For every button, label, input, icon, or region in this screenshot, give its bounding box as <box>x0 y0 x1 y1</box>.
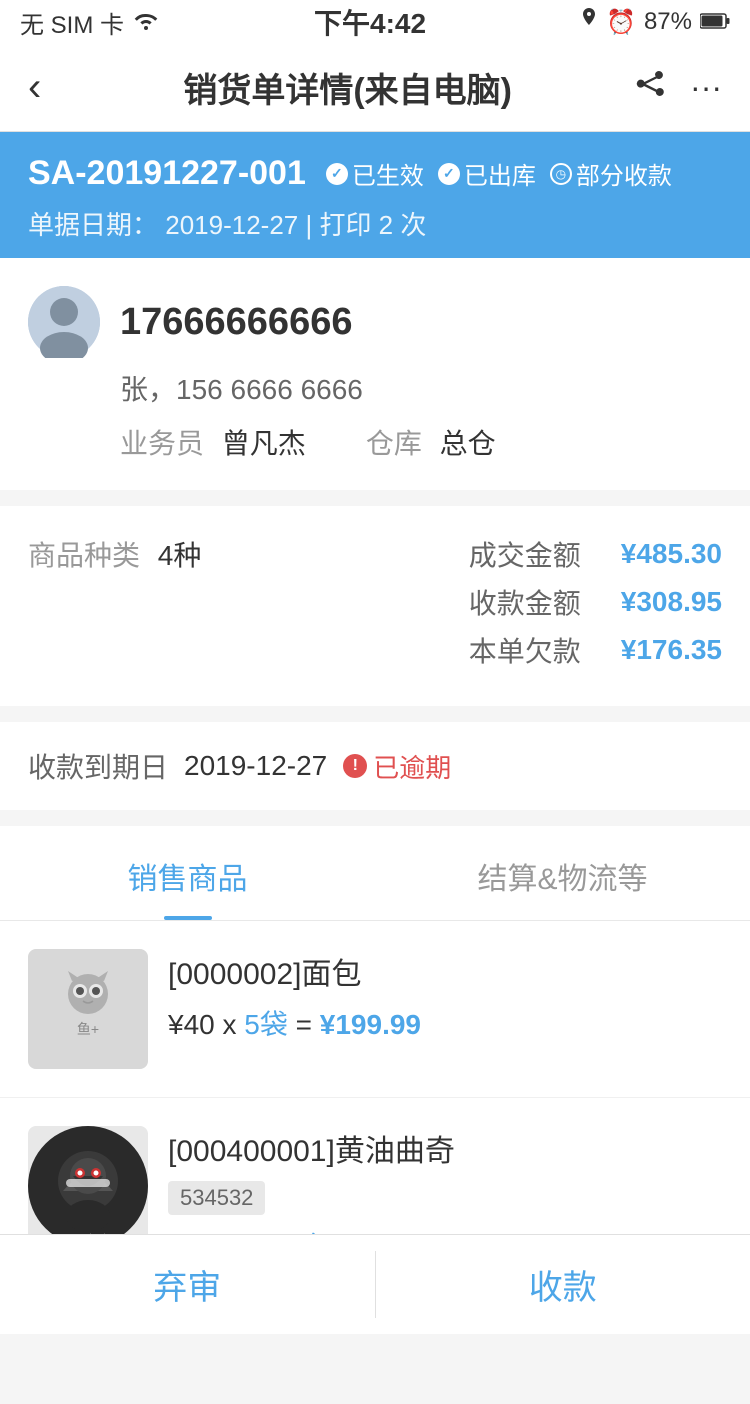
avatar <box>28 286 100 358</box>
owed-amount-row: 本单欠款 ¥176.35 <box>469 630 722 670</box>
check-icon-2: ✓ <box>438 163 460 185</box>
bottom-bar: 弃审 收款 <box>0 1234 750 1334</box>
product-info-1: [0000002]面包 ¥40 x 5袋 = ¥199.99 <box>168 949 722 1043</box>
customer-name-phone: 张，156 6666 6666 <box>120 368 722 408</box>
clock-icon: ◷ <box>550 163 572 185</box>
customer-section: 17666666666 张，156 6666 6666 业务员 曾凡杰 仓库 总… <box>0 258 750 490</box>
product-price-1: ¥40 x 5袋 = ¥199.99 <box>168 1003 722 1043</box>
more-button[interactable]: ··· <box>690 69 722 106</box>
status-activated: ✓ 已生效 <box>326 156 424 191</box>
summary-section: 商品种类 4种 成交金额 ¥485.30 收款金额 ¥308.95 本单欠款 ¥… <box>0 506 750 706</box>
owed-amount-value: ¥176.35 <box>621 634 722 666</box>
product-image-2: masked <box>28 1126 148 1246</box>
share-button[interactable] <box>634 68 666 108</box>
product-item-1: 鱼+ [0000002]面包 ¥40 x 5袋 = ¥199.99 <box>0 921 750 1098</box>
battery-text: 87% <box>644 8 692 36</box>
product-image-1: 鱼+ <box>28 949 148 1069</box>
status-tags: ✓ 已生效 ✓ 已出库 ◷ 部分收款 <box>326 156 672 191</box>
tab-settlement[interactable]: 结算&物流等 <box>375 826 750 920</box>
back-button[interactable]: ‹ <box>28 65 41 110</box>
customer-row: 17666666666 <box>28 286 722 358</box>
customer-phone: 17666666666 <box>120 301 352 344</box>
battery-icon <box>700 8 730 36</box>
tabs-row: 销售商品 结算&物流等 <box>0 826 750 921</box>
status-bar: 无 SIM 卡 下午4:42 ⏰ 87% <box>0 0 750 44</box>
warehouse: 仓库 总仓 <box>366 422 496 462</box>
product-types: 商品种类 4种 <box>28 534 201 574</box>
order-date-line: 单据日期： 2019-12-27 | 打印 2 次 <box>28 205 722 242</box>
status-partial-payment: ◷ 部分收款 <box>550 156 672 191</box>
status-delivered: ✓ 已出库 <box>438 156 536 191</box>
summary-left: 商品种类 4种 <box>28 534 201 580</box>
sim-status: 无 SIM 卡 <box>20 5 124 40</box>
tab-sales-products[interactable]: 销售商品 <box>0 826 375 920</box>
customer-meta: 业务员 曾凡杰 仓库 总仓 <box>120 422 722 462</box>
product-qty-1: 5袋 <box>244 1009 288 1040</box>
overdue-icon: ! <box>343 754 367 778</box>
product-name-1: [0000002]面包 <box>168 949 722 993</box>
product-total-1: ¥199.99 <box>320 1009 421 1040</box>
check-icon-1: ✓ <box>326 163 348 185</box>
status-left: 无 SIM 卡 <box>20 5 160 40</box>
location-icon <box>580 8 598 37</box>
product-badge-2: 534532 <box>168 1181 265 1215</box>
sales-person: 业务员 曾凡杰 <box>120 422 306 462</box>
received-amount-row: 收款金额 ¥308.95 <box>469 582 722 622</box>
banner-top: SA-20191227-001 ✓ 已生效 ✓ 已出库 ◷ 部分收款 <box>28 154 722 193</box>
svg-text:鱼+: 鱼+ <box>77 1021 99 1037</box>
order-id: SA-20191227-001 <box>28 154 306 193</box>
reject-button[interactable]: 弃审 <box>0 1235 375 1334</box>
alarm-icon: ⏰ <box>606 8 636 37</box>
nav-actions: ··· <box>634 68 722 108</box>
product-name-2: [000400001]黄油曲奇 <box>168 1126 722 1170</box>
time-display: 下午4:42 <box>314 2 426 42</box>
deal-amount-value: ¥485.30 <box>621 538 722 570</box>
page-title: 销货单详情(来自电脑) <box>61 63 634 112</box>
overdue-badge: ! 已逾期 <box>343 748 451 785</box>
status-right: ⏰ 87% <box>580 8 730 37</box>
collect-button[interactable]: 收款 <box>376 1235 750 1334</box>
wifi-icon <box>132 8 160 37</box>
tabs-section: 销售商品 结算&物流等 <box>0 826 750 921</box>
deal-amount-row: 成交金额 ¥485.30 <box>469 534 722 574</box>
due-section: 收款到期日 2019-12-27 ! 已逾期 <box>0 722 750 810</box>
summary-right: 成交金额 ¥485.30 收款金额 ¥308.95 本单欠款 ¥176.35 <box>469 534 722 678</box>
received-amount-value: ¥308.95 <box>621 586 722 618</box>
nav-bar: ‹ 销货单详情(来自电脑) ··· <box>0 44 750 132</box>
order-header-banner: SA-20191227-001 ✓ 已生效 ✓ 已出库 ◷ 部分收款 单据日期：… <box>0 132 750 258</box>
